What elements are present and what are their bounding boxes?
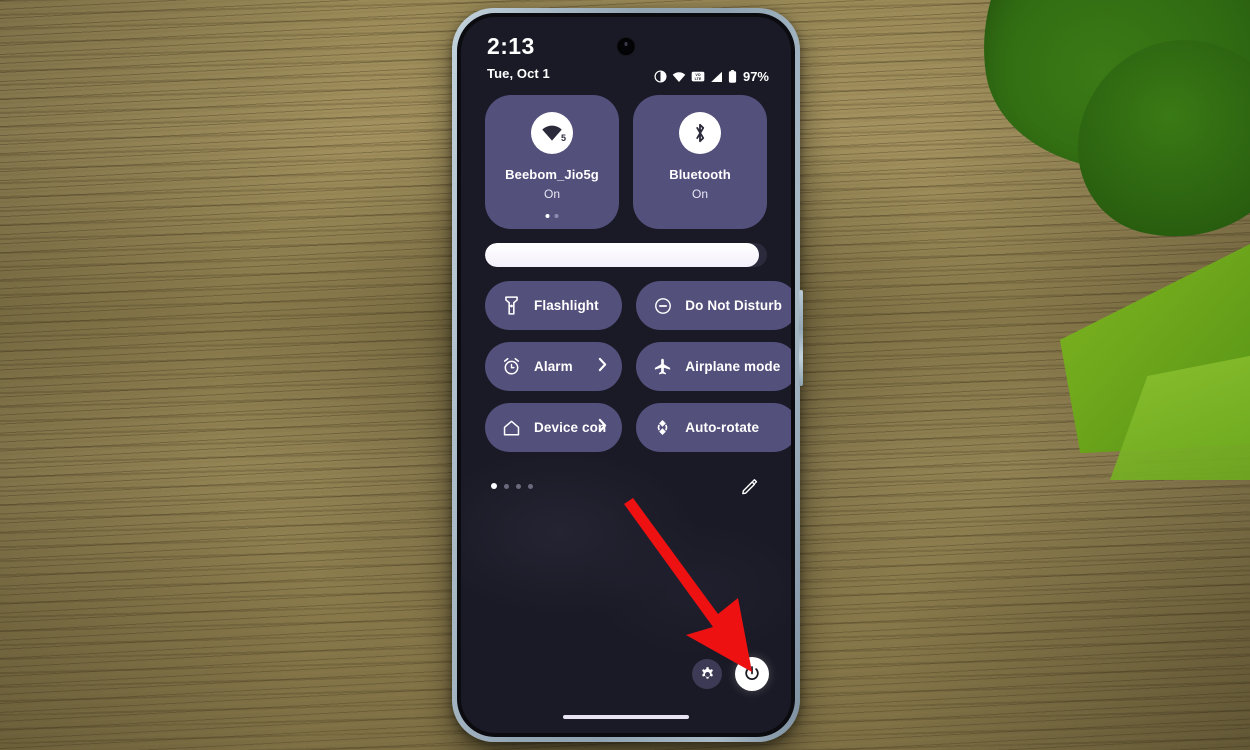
camera-lens-glint [624, 42, 628, 46]
front-camera-punch-hole [617, 38, 635, 55]
cellular-signal-icon [710, 71, 723, 83]
smartphone-device: 2:13 Tue, Oct 1 VO LTE 97% 5 Beebom_Jio5… [452, 8, 803, 742]
tile-device-controls-label: Device con [534, 420, 607, 435]
battery-icon [728, 70, 737, 83]
clock-date: Tue, Oct 1 [487, 66, 550, 81]
tile-do-not-disturb-label: Do Not Disturb [685, 298, 782, 313]
tile-dot-active [545, 214, 550, 218]
power-side-button[interactable] [799, 290, 803, 386]
volte-icon: VO LTE [691, 71, 705, 82]
phone-screen[interactable]: 2:13 Tue, Oct 1 VO LTE 97% 5 Beebom_Jio5… [461, 17, 791, 733]
brightness-slider[interactable] [485, 243, 767, 267]
bluetooth-tile-state: On [691, 187, 708, 201]
tile-dot [554, 214, 559, 218]
airplane-icon [652, 357, 673, 376]
svg-text:LTE: LTE [695, 77, 702, 81]
power-icon[interactable] [735, 657, 769, 691]
status-bar: 2:13 Tue, Oct 1 VO LTE 97% [461, 27, 791, 87]
clock-time: 2:13 [487, 33, 535, 59]
wifi-band-badge: 5 [560, 133, 566, 143]
auto-rotate-icon [652, 418, 673, 437]
tile-do-not-disturb[interactable]: Do Not Disturb [636, 281, 791, 330]
tile-flashlight-label: Flashlight [534, 298, 599, 313]
tile-airplane-mode-label: Airplane mode [685, 359, 781, 374]
flashlight-icon [501, 296, 522, 315]
chevron-right-icon[interactable] [598, 357, 607, 376]
tile-alarm-label: Alarm [534, 359, 573, 374]
home-icon [501, 419, 522, 437]
page-dot[interactable] [504, 483, 509, 489]
alarm-icon [501, 357, 522, 376]
quick-settings-footer [485, 474, 767, 498]
tile-auto-rotate[interactable]: Auto-rotate [636, 403, 791, 452]
tile-device-controls[interactable]: Device con [485, 403, 623, 452]
status-bar-icons: VO LTE 97% [654, 69, 769, 84]
bluetooth-tile[interactable]: Bluetooth On [633, 95, 767, 229]
tile-alarm[interactable]: Alarm [485, 342, 623, 391]
do-not-disturb-icon [652, 297, 673, 315]
primary-tiles-row: 5 Beebom_Jio5g On Bluetooth On [485, 95, 767, 229]
bluetooth-tile-title: Bluetooth [669, 167, 731, 182]
wifi-tile-page-dots [545, 214, 559, 218]
status-bar-clock-block: 2:13 Tue, Oct 1 [487, 33, 550, 82]
wifi-tile-state: On [543, 187, 560, 201]
quick-settings-bottom-actions [692, 657, 769, 691]
do-not-disturb-icon [654, 70, 667, 83]
wifi-icon [672, 71, 686, 83]
settings-gear-icon[interactable] [692, 659, 722, 689]
edit-pencil-icon[interactable] [737, 474, 761, 498]
page-dot[interactable] [516, 483, 521, 489]
wifi-icon[interactable]: 5 [531, 112, 573, 154]
page-dot-active[interactable] [491, 483, 497, 489]
bluetooth-icon[interactable] [679, 112, 721, 154]
secondary-tiles-grid: Flashlight Do Not Disturb Alarm Airplane… [485, 281, 791, 452]
page-dot[interactable] [528, 483, 533, 489]
tile-flashlight[interactable]: Flashlight [485, 281, 623, 330]
quick-settings-page-dots[interactable] [491, 483, 533, 489]
battery-percent-label: 97% [742, 69, 769, 84]
chevron-right-icon[interactable] [598, 418, 607, 437]
brightness-slider-fill [485, 243, 759, 267]
phone-bezel: 2:13 Tue, Oct 1 VO LTE 97% 5 Beebom_Jio5… [457, 13, 795, 737]
tile-airplane-mode[interactable]: Airplane mode [636, 342, 791, 391]
wifi-tile-title: Beebom_Jio5g [505, 167, 599, 182]
tile-auto-rotate-label: Auto-rotate [685, 420, 760, 435]
quick-settings-panel: 5 Beebom_Jio5g On Bluetooth On Flashligh… [461, 95, 791, 498]
wifi-tile[interactable]: 5 Beebom_Jio5g On [485, 95, 619, 229]
